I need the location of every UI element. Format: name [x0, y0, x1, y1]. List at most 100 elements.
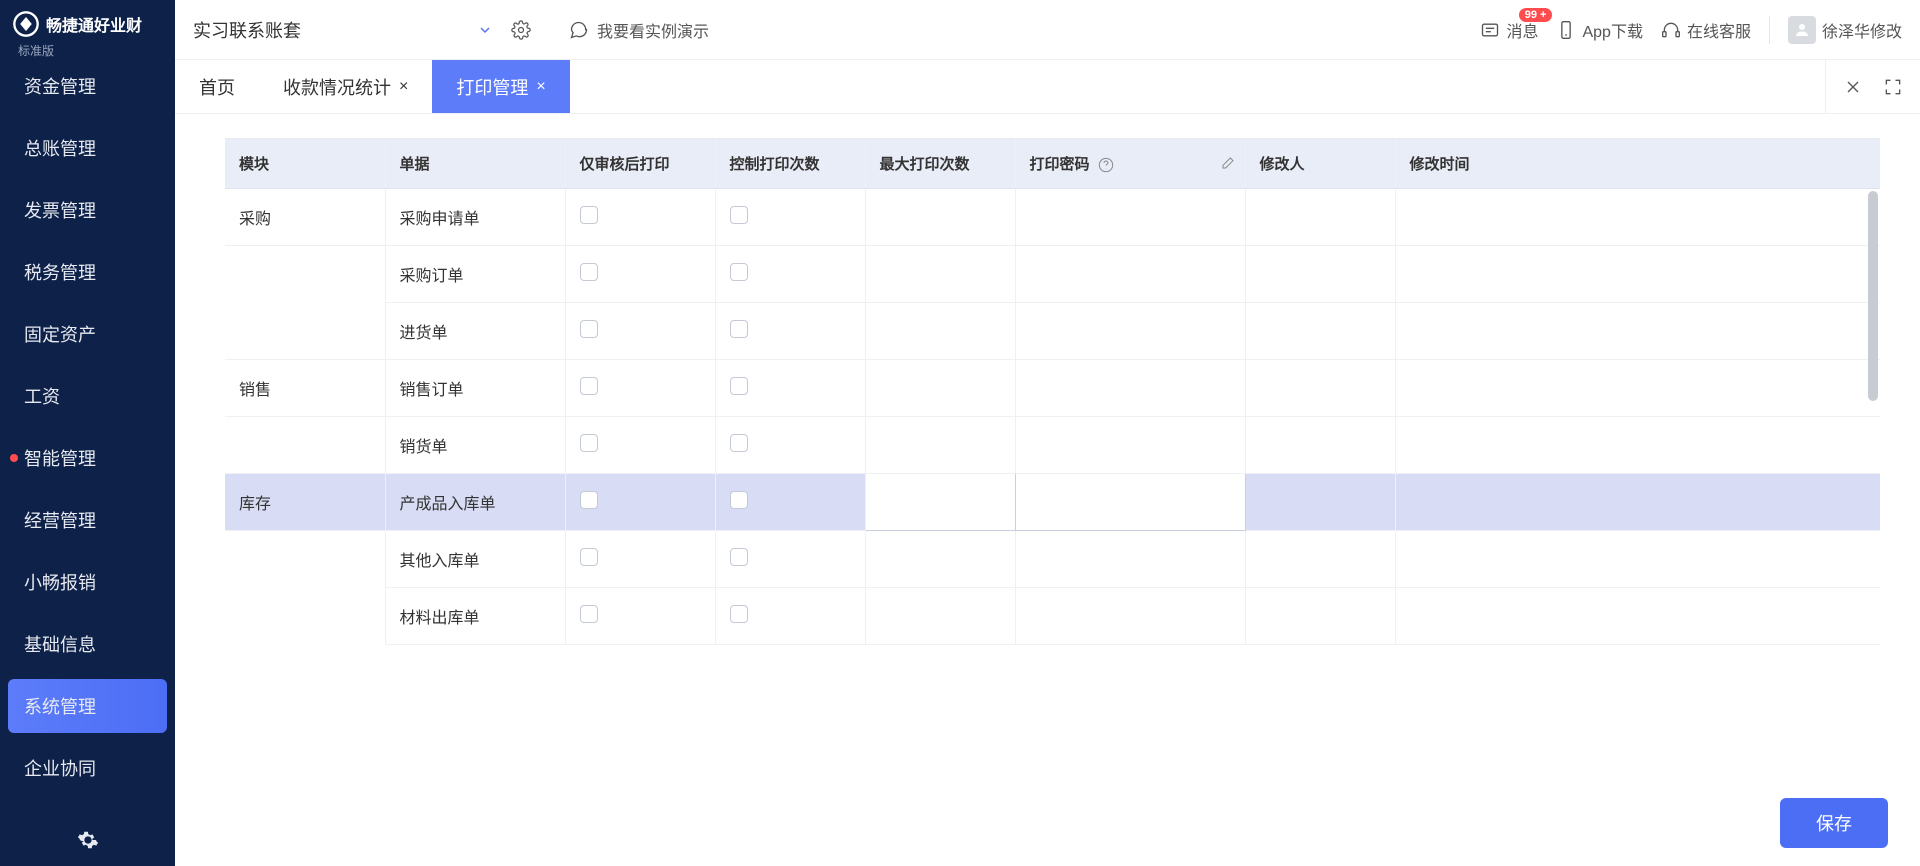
- settings-icon[interactable]: [77, 829, 99, 851]
- table-row[interactable]: 销货单: [225, 417, 1880, 474]
- nav-item-1[interactable]: 总账管理: [0, 117, 175, 179]
- checkbox-audit-only[interactable]: [580, 320, 598, 338]
- checkbox-control-count[interactable]: [730, 434, 748, 452]
- table-row[interactable]: 采购订单: [225, 246, 1880, 303]
- cell-audit-only: [565, 417, 715, 474]
- nav-item-7[interactable]: 经营管理: [0, 489, 175, 551]
- nav-item-3[interactable]: 税务管理: [0, 241, 175, 303]
- nav-item-10[interactable]: 系统管理: [8, 679, 167, 733]
- cell-max-count: [865, 588, 1015, 645]
- cell-module: [225, 588, 385, 645]
- cell-modify-time: [1395, 417, 1880, 474]
- nav-item-4[interactable]: 固定资产: [0, 303, 175, 365]
- cell-password: [1015, 588, 1245, 645]
- app-download-label: App下载: [1582, 18, 1642, 42]
- tab-2[interactable]: 打印管理×: [432, 60, 569, 113]
- th-modify-time: 修改时间: [1395, 139, 1880, 189]
- cell-control-count: [715, 246, 865, 303]
- nav-item-5[interactable]: 工资: [0, 365, 175, 427]
- cell-max-count: [865, 417, 1015, 474]
- cell-control-count: [715, 189, 865, 246]
- messages-badge: 99 +: [1519, 8, 1553, 22]
- cell-doc: 其他入库单: [385, 531, 565, 588]
- help-icon[interactable]: [1098, 157, 1114, 173]
- cell-control-count: [715, 588, 865, 645]
- tab-label: 收款情况统计: [283, 74, 391, 100]
- checkbox-audit-only[interactable]: [580, 263, 598, 281]
- checkbox-audit-only[interactable]: [580, 491, 598, 509]
- table-row[interactable]: 库存产成品入库单: [225, 474, 1880, 531]
- edit-column-icon[interactable]: [1219, 156, 1235, 172]
- cell-max-count: [865, 303, 1015, 360]
- account-selector[interactable]: 实习联系账套: [193, 17, 493, 43]
- checkbox-audit-only[interactable]: [580, 605, 598, 623]
- online-service-label: 在线客服: [1687, 18, 1751, 42]
- messages-button[interactable]: 消息 99 +: [1480, 18, 1538, 42]
- table-row[interactable]: 材料出库单: [225, 588, 1880, 645]
- checkbox-control-count[interactable]: [730, 548, 748, 566]
- topbar: 实习联系账套 我要看实例演示 消息 99 + App下载 在线客服: [175, 0, 1920, 60]
- cell-max-count[interactable]: [865, 474, 1015, 531]
- th-module: 模块: [225, 139, 385, 189]
- tab-1[interactable]: 收款情况统计 ×: [259, 60, 432, 113]
- cell-max-count: [865, 189, 1015, 246]
- cell-doc: 产成品入库单: [385, 474, 565, 531]
- nav-item-6[interactable]: 智能管理: [0, 427, 175, 489]
- cell-password: [1015, 303, 1245, 360]
- cell-password: [1015, 360, 1245, 417]
- checkbox-control-count[interactable]: [730, 377, 748, 395]
- demo-link[interactable]: 我要看实例演示: [569, 18, 709, 42]
- tabbar: 首页收款情况统计×打印管理×: [175, 60, 1920, 114]
- tab-0[interactable]: 首页: [175, 60, 259, 113]
- account-settings-icon[interactable]: [511, 20, 531, 40]
- cell-doc: 销售订单: [385, 360, 565, 417]
- nav-item-0[interactable]: 资金管理: [0, 67, 175, 117]
- cell-modify-time: [1395, 303, 1880, 360]
- footer: 保存: [1780, 798, 1888, 848]
- save-button[interactable]: 保存: [1780, 798, 1888, 848]
- user-menu[interactable]: 徐泽华修改: [1788, 16, 1902, 44]
- checkbox-audit-only[interactable]: [580, 548, 598, 566]
- tab-label: 首页: [199, 74, 235, 100]
- close-all-tabs-button[interactable]: [1836, 70, 1870, 104]
- fullscreen-button[interactable]: [1876, 70, 1910, 104]
- table-row[interactable]: 采购采购申请单: [225, 189, 1880, 246]
- table-row[interactable]: 销售销售订单: [225, 360, 1880, 417]
- scrollbar[interactable]: [1868, 191, 1878, 401]
- checkbox-audit-only[interactable]: [580, 206, 598, 224]
- app-download-button[interactable]: App下载: [1556, 18, 1642, 42]
- nav-item-2[interactable]: 发票管理: [0, 179, 175, 241]
- cell-modify-time: [1395, 246, 1880, 303]
- cell-password: [1015, 189, 1245, 246]
- nav-item-11[interactable]: 企业协同: [0, 737, 175, 799]
- checkbox-control-count[interactable]: [730, 206, 748, 224]
- cell-password[interactable]: [1015, 474, 1245, 531]
- online-service-button[interactable]: 在线客服: [1661, 18, 1751, 42]
- th-doc: 单据: [385, 139, 565, 189]
- fullscreen-icon: [1883, 77, 1903, 97]
- checkbox-control-count[interactable]: [730, 491, 748, 509]
- nav-item-9[interactable]: 基础信息: [0, 613, 175, 675]
- checkbox-control-count[interactable]: [730, 320, 748, 338]
- content: 模块 单据 仅审核后打印 控制打印次数 最大打印次数 打印密码 修改人: [175, 114, 1920, 866]
- cell-module: [225, 531, 385, 588]
- checkbox-control-count[interactable]: [730, 263, 748, 281]
- checkbox-audit-only[interactable]: [580, 434, 598, 452]
- cell-modify-time: [1395, 531, 1880, 588]
- table-row[interactable]: 进货单: [225, 303, 1880, 360]
- cell-audit-only: [565, 360, 715, 417]
- table-row[interactable]: 其他入库单: [225, 531, 1880, 588]
- cell-password: [1015, 246, 1245, 303]
- tab-close-icon[interactable]: ×: [399, 78, 408, 96]
- cell-control-count: [715, 417, 865, 474]
- cell-max-count: [865, 531, 1015, 588]
- cell-control-count: [715, 474, 865, 531]
- cell-max-count: [865, 360, 1015, 417]
- checkbox-control-count[interactable]: [730, 605, 748, 623]
- nav-item-8[interactable]: 小畅报销: [0, 551, 175, 613]
- checkbox-audit-only[interactable]: [580, 377, 598, 395]
- cell-password: [1015, 531, 1245, 588]
- cell-modifier: [1245, 531, 1395, 588]
- nav-list: 资金管理总账管理发票管理税务管理固定资产工资智能管理经营管理小畅报销基础信息系统…: [0, 67, 175, 817]
- tab-close-icon[interactable]: ×: [536, 78, 545, 96]
